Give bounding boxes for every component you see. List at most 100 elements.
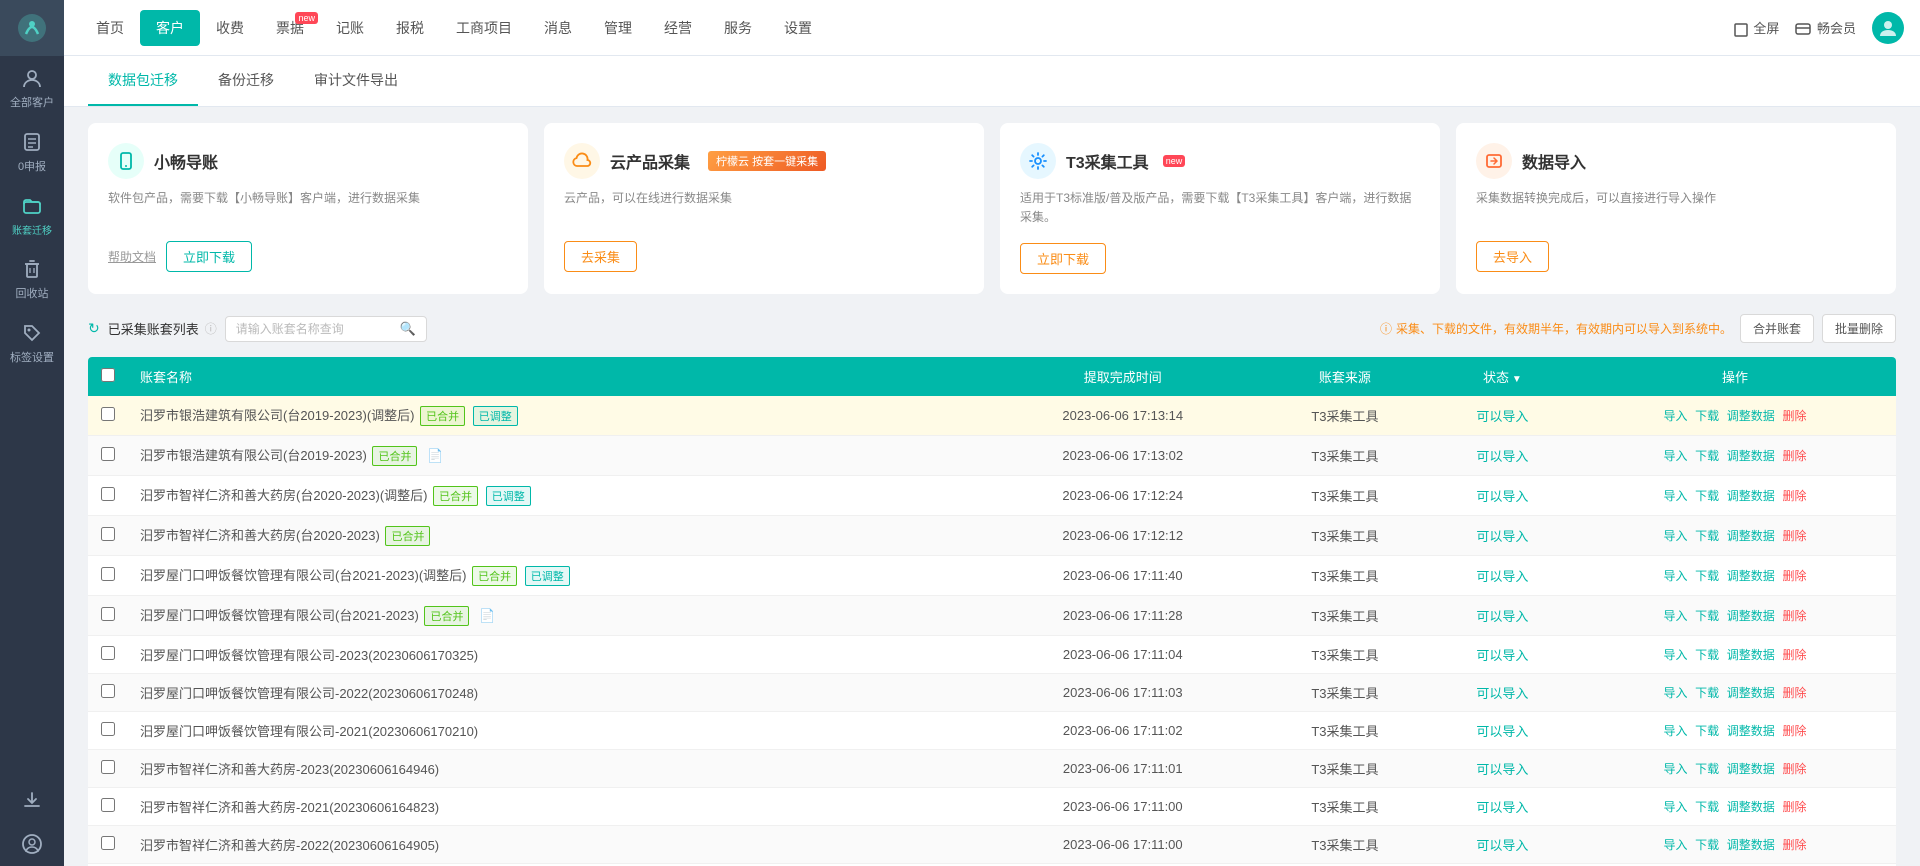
select-all-checkbox[interactable] (101, 368, 115, 382)
adjust-data-action[interactable]: 调整数据 (1727, 489, 1775, 503)
delete-action[interactable]: 删除 (1782, 838, 1806, 852)
import-action[interactable]: 导入 (1664, 409, 1688, 423)
collect-btn[interactable]: 去采集 (564, 241, 637, 272)
row-checkbox[interactable] (101, 836, 115, 850)
adjust-data-action[interactable]: 调整数据 (1727, 838, 1775, 852)
search-input[interactable] (236, 322, 396, 336)
download-action[interactable]: 下载 (1695, 648, 1719, 662)
nav-item-business[interactable]: 工商项目 (440, 10, 528, 46)
import-btn[interactable]: 去导入 (1476, 241, 1549, 272)
delete-action[interactable]: 删除 (1782, 762, 1806, 776)
member-btn[interactable]: 畅会员 (1795, 18, 1856, 38)
download-action[interactable]: 下载 (1695, 449, 1719, 463)
row-checkbox[interactable] (101, 798, 115, 812)
download-action[interactable]: 下载 (1695, 724, 1719, 738)
download-action[interactable]: 下载 (1695, 762, 1719, 776)
row-checkbox[interactable] (101, 646, 115, 660)
download-action[interactable]: 下载 (1695, 609, 1719, 623)
delete-action[interactable]: 删除 (1782, 489, 1806, 503)
adjust-data-action[interactable]: 调整数据 (1727, 762, 1775, 776)
nav-item-message[interactable]: 消息 (528, 10, 588, 46)
delete-action[interactable]: 删除 (1782, 686, 1806, 700)
delete-action[interactable]: 删除 (1782, 648, 1806, 662)
delete-action[interactable]: 删除 (1782, 529, 1806, 543)
adjust-data-action[interactable]: 调整数据 (1727, 569, 1775, 583)
adjust-data-action[interactable]: 调整数据 (1727, 609, 1775, 623)
download-action[interactable]: 下载 (1695, 409, 1719, 423)
subtab-backup-migration[interactable]: 备份迁移 (198, 56, 294, 106)
import-action[interactable]: 导入 (1664, 838, 1688, 852)
nav-item-home[interactable]: 首页 (80, 10, 140, 46)
download-action[interactable]: 下载 (1695, 529, 1719, 543)
delete-action[interactable]: 删除 (1782, 724, 1806, 738)
batch-delete-btn[interactable]: 批量删除 (1822, 314, 1896, 343)
row-checkbox[interactable] (101, 684, 115, 698)
nav-item-service[interactable]: 服务 (708, 10, 768, 46)
sidebar-item-label-settings[interactable]: 标签设置 (0, 311, 64, 375)
sidebar-item-recycle[interactable]: 回收站 (0, 247, 64, 311)
adjust-data-action[interactable]: 调整数据 (1727, 686, 1775, 700)
adjust-data-action[interactable]: 调整数据 (1727, 724, 1775, 738)
row-checkbox[interactable] (101, 722, 115, 736)
import-action[interactable]: 导入 (1664, 800, 1688, 814)
import-action[interactable]: 导入 (1664, 569, 1688, 583)
user-avatar[interactable] (1872, 12, 1904, 44)
help-doc-link[interactable]: 帮助文档 (108, 248, 156, 265)
nav-item-operation[interactable]: 经营 (648, 10, 708, 46)
import-action[interactable]: 导入 (1664, 762, 1688, 776)
sidebar-item-account-migration[interactable]: 账套迁移 (0, 184, 64, 247)
card-desc: 适用于T3标准版/普及版产品，需要下载【T3采集工具】客户端，进行数据采集。 (1020, 189, 1420, 227)
row-checkbox[interactable] (101, 527, 115, 541)
import-action[interactable]: 导入 (1664, 489, 1688, 503)
toolbar-right: ⓘ 采集、下载的文件，有效期半年，有效期内可以导入到系统中。 合并账套 批量删除 (1380, 314, 1896, 343)
col-status[interactable]: 状态 (1431, 357, 1574, 396)
row-checkbox[interactable] (101, 760, 115, 774)
download-action[interactable]: 下载 (1695, 569, 1719, 583)
download-action[interactable]: 下载 (1695, 686, 1719, 700)
sidebar-item-user[interactable] (0, 822, 64, 866)
adjust-data-action[interactable]: 调整数据 (1727, 648, 1775, 662)
nav-item-manage[interactable]: 管理 (588, 10, 648, 46)
t3-download-btn[interactable]: 立即下载 (1020, 243, 1106, 274)
search-box[interactable]: 🔍 (225, 316, 427, 342)
download-action[interactable]: 下载 (1695, 800, 1719, 814)
import-action[interactable]: 导入 (1664, 609, 1688, 623)
nav-item-ticket[interactable]: 票据 new (260, 10, 320, 46)
subtab-data-migration[interactable]: 数据包迁移 (88, 56, 198, 106)
sidebar-item-all-clients[interactable]: 全部客户 (0, 56, 64, 120)
delete-action[interactable]: 删除 (1782, 800, 1806, 814)
adjust-data-action[interactable]: 调整数据 (1727, 409, 1775, 423)
delete-action[interactable]: 删除 (1782, 449, 1806, 463)
sidebar-item-report[interactable]: 0申报 (0, 120, 64, 184)
delete-action[interactable]: 删除 (1782, 609, 1806, 623)
search-icon[interactable]: 🔍 (400, 321, 416, 337)
download-action[interactable]: 下载 (1695, 489, 1719, 503)
import-action[interactable]: 导入 (1664, 686, 1688, 700)
nav-item-client[interactable]: 客户 (140, 10, 200, 46)
download-action[interactable]: 下载 (1695, 838, 1719, 852)
merge-accounts-btn[interactable]: 合并账套 (1740, 314, 1814, 343)
subtab-audit-export[interactable]: 审计文件导出 (294, 56, 418, 106)
delete-action[interactable]: 删除 (1782, 569, 1806, 583)
adjust-data-action[interactable]: 调整数据 (1727, 529, 1775, 543)
adjust-data-action[interactable]: 调整数据 (1727, 800, 1775, 814)
adjust-data-action[interactable]: 调整数据 (1727, 449, 1775, 463)
delete-action[interactable]: 删除 (1782, 409, 1806, 423)
import-action[interactable]: 导入 (1664, 648, 1688, 662)
nav-item-settings[interactable]: 设置 (768, 10, 828, 46)
row-checkbox[interactable] (101, 567, 115, 581)
nav-item-fee[interactable]: 收费 (200, 10, 260, 46)
nav-item-bookkeeping[interactable]: 记账 (320, 10, 380, 46)
row-checkbox[interactable] (101, 607, 115, 621)
sidebar-item-download[interactable] (0, 778, 64, 822)
import-action[interactable]: 导入 (1664, 449, 1688, 463)
nav-item-tax[interactable]: 报税 (380, 10, 440, 46)
fullscreen-btn[interactable]: 全屏 (1734, 18, 1780, 37)
row-checkbox[interactable] (101, 447, 115, 461)
download-btn[interactable]: 立即下载 (166, 241, 252, 272)
refresh-icon[interactable]: ↻ (88, 320, 100, 337)
row-checkbox[interactable] (101, 407, 115, 421)
row-checkbox[interactable] (101, 487, 115, 501)
import-action[interactable]: 导入 (1664, 529, 1688, 543)
import-action[interactable]: 导入 (1664, 724, 1688, 738)
